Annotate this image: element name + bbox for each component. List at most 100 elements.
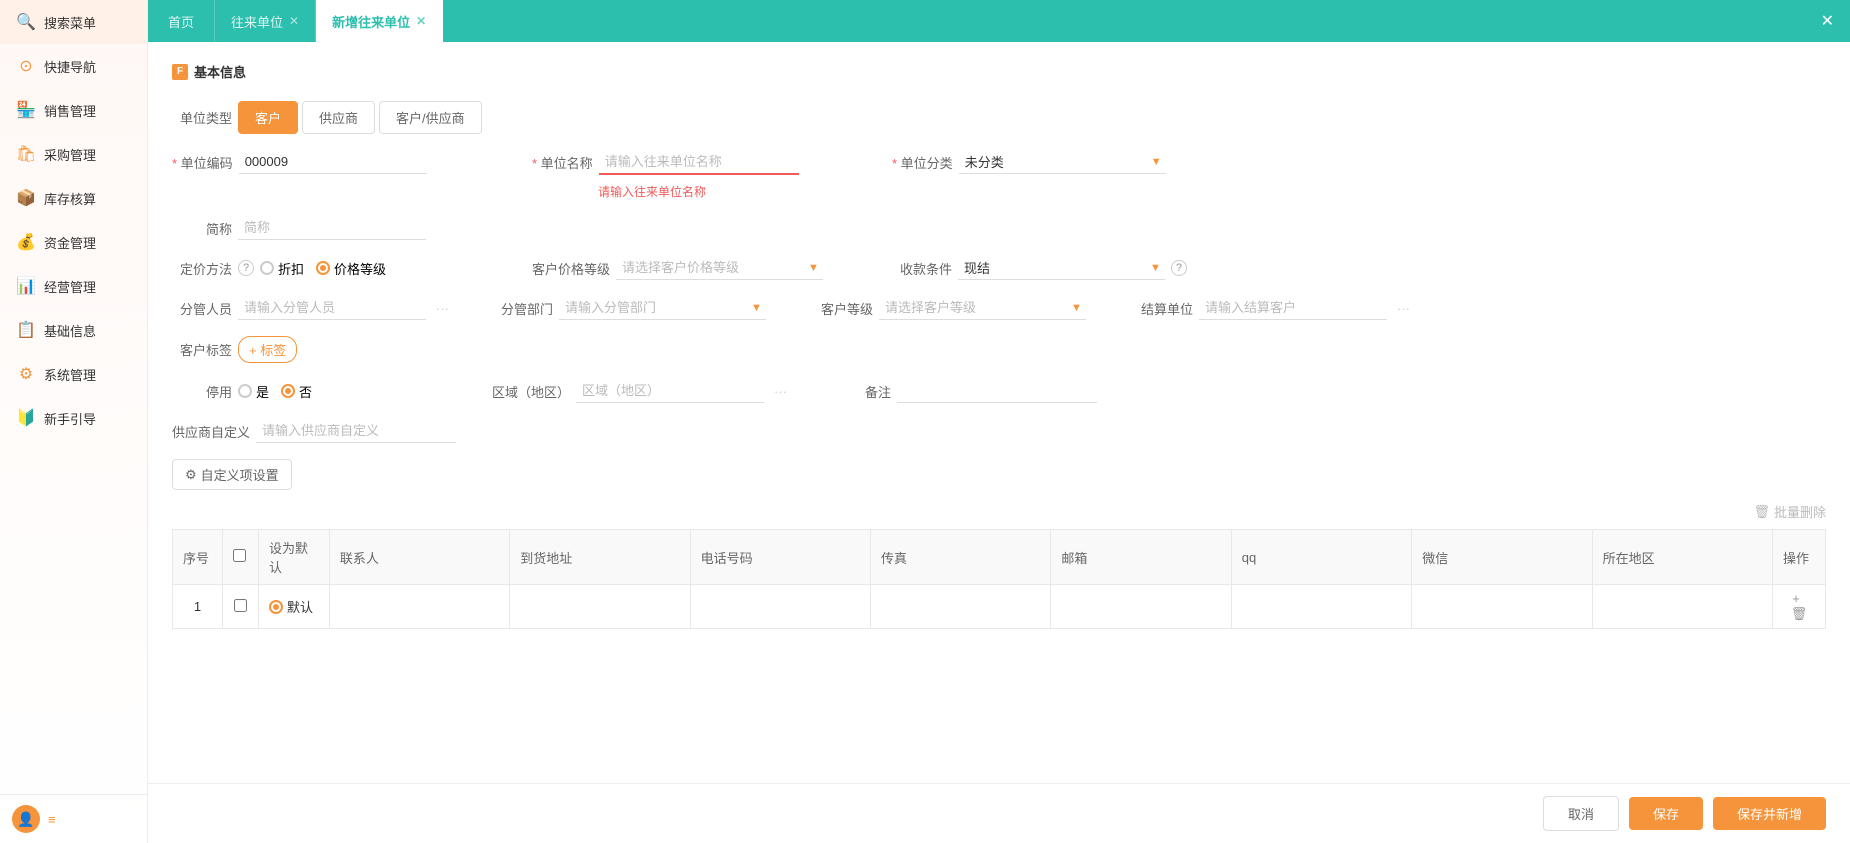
- wechat-input[interactable]: [1422, 599, 1581, 614]
- sidebar-item-sales[interactable]: 🏪 销售管理: [0, 88, 147, 132]
- supplier-custom-row: 供应商自定义: [172, 419, 1826, 443]
- save-new-button[interactable]: 保存并新增: [1713, 797, 1826, 830]
- pricing-discount-radio[interactable]: 折扣: [260, 259, 304, 278]
- region-input[interactable]: [576, 379, 764, 403]
- sidebar-item-basic[interactable]: 📋 基础信息: [0, 308, 147, 352]
- unit-category-arrow[interactable]: ▼: [1147, 156, 1166, 168]
- add-row-btn[interactable]: +: [1792, 591, 1800, 606]
- select-all-checkbox[interactable]: [233, 549, 246, 562]
- sidebar-item-quick-nav[interactable]: ⊙ 快捷导航: [0, 44, 147, 88]
- customer-level-label: 客户等级: [813, 299, 873, 318]
- pricing-help-icon[interactable]: ?: [238, 260, 254, 276]
- col-phone: 电话号码: [690, 530, 870, 585]
- phone-input[interactable]: [701, 599, 860, 614]
- payment-help-icon[interactable]: ?: [1171, 260, 1187, 276]
- area-input[interactable]: [1603, 599, 1762, 614]
- disabled-no-radio[interactable]: 否: [281, 382, 312, 401]
- disabled-field: 停用 是 否: [172, 382, 452, 401]
- basic-icon: 📋: [16, 320, 36, 340]
- supplier-custom-field: 供应商自定义: [172, 419, 492, 443]
- sidebar-item-finance[interactable]: 💰 资金管理: [0, 220, 147, 264]
- customer-level-input[interactable]: [879, 296, 1067, 319]
- sidebar-item-search[interactable]: 🔍 搜索菜单: [0, 0, 147, 44]
- unit-type-label: 单位类型: [172, 108, 232, 127]
- inventory-icon: 📦: [16, 188, 36, 208]
- row-default-circle: [269, 600, 283, 614]
- close-add-unit-tab[interactable]: ✕: [416, 14, 426, 28]
- delete-row-btn[interactable]: 🗑: [1791, 606, 1808, 621]
- contact-input[interactable]: [340, 599, 499, 614]
- unit-category-input[interactable]: [959, 150, 1147, 173]
- customer-level-select[interactable]: ▼: [879, 296, 1086, 320]
- manager-more-btn[interactable]: ···: [432, 301, 453, 316]
- row-default-radio[interactable]: 默认: [269, 597, 319, 616]
- customer-price-select[interactable]: ▼: [616, 256, 823, 280]
- row-address: [510, 585, 690, 629]
- settlement-input[interactable]: [1199, 296, 1387, 320]
- unit-code-field: 单位编码: [172, 150, 492, 174]
- add-tag-btn[interactable]: + 标签: [238, 336, 297, 363]
- pricing-method-label: 定价方法: [172, 259, 232, 278]
- fax-input[interactable]: [881, 599, 1040, 614]
- payment-terms-field: 收款条件 ▼ ?: [892, 256, 1187, 280]
- unit-name-field: 单位名称 请输入往来单位名称: [532, 150, 852, 200]
- disabled-yes-radio[interactable]: 是: [238, 382, 269, 401]
- department-label: 分管部门: [493, 299, 553, 318]
- unit-type-customer-btn[interactable]: 客户: [238, 101, 298, 134]
- manager-field: 分管人员 ···: [172, 296, 453, 320]
- payment-terms-arrow[interactable]: ▼: [1146, 262, 1165, 274]
- customer-level-arrow[interactable]: ▼: [1067, 302, 1086, 314]
- pricing-level-radio[interactable]: 价格等级: [316, 259, 386, 278]
- customer-price-field: 客户价格等级 ▼: [532, 256, 852, 280]
- department-input[interactable]: [559, 296, 747, 319]
- save-button[interactable]: 保存: [1629, 797, 1703, 830]
- custom-settings-btn[interactable]: ⚙ 自定义项设置: [172, 459, 292, 490]
- sidebar-item-purchase[interactable]: 🛍 采购管理: [0, 132, 147, 176]
- unit-name-error: 请输入往来单位名称: [598, 183, 706, 200]
- unit-type-both-btn[interactable]: 客户/供应商: [379, 101, 482, 134]
- sidebar-item-system[interactable]: ⚙ 系统管理: [0, 352, 147, 396]
- unit-type-supplier-btn[interactable]: 供应商: [302, 101, 375, 134]
- region-more-btn[interactable]: ···: [770, 384, 791, 399]
- payment-terms-input[interactable]: [958, 256, 1146, 279]
- short-name-input[interactable]: [238, 216, 426, 240]
- col-qq: qq: [1231, 530, 1412, 585]
- pricing-level-circle: [316, 261, 330, 275]
- manager-input[interactable]: [238, 296, 426, 320]
- remark-field: 备注: [831, 379, 1111, 403]
- sidebar-item-guide[interactable]: 🔰 新手引导: [0, 396, 147, 440]
- tab-home[interactable]: 首页: [148, 0, 215, 42]
- sidebar-item-operations[interactable]: 📊 经营管理: [0, 264, 147, 308]
- department-select[interactable]: ▼: [559, 296, 766, 320]
- unit-name-input[interactable]: [599, 150, 799, 175]
- tab-unit-list[interactable]: 往来单位 ✕: [215, 0, 316, 42]
- settlement-label: 结算单位: [1133, 299, 1193, 318]
- customer-price-label: 客户价格等级: [532, 259, 610, 278]
- settlement-more-btn[interactable]: ···: [1393, 301, 1414, 316]
- pricing-row: 定价方法 ? 折扣 价格等级 客户价格等级 ▼: [172, 256, 1826, 280]
- email-input[interactable]: [1061, 599, 1220, 614]
- row-area: [1592, 585, 1772, 629]
- unit-category-select[interactable]: ▼: [959, 150, 1166, 174]
- close-unit-list-tab[interactable]: ✕: [289, 14, 299, 28]
- qq-input[interactable]: [1242, 599, 1402, 614]
- cancel-button[interactable]: 取消: [1543, 796, 1619, 831]
- tab-add-unit[interactable]: 新增往来单位 ✕: [316, 0, 443, 42]
- supplier-custom-input[interactable]: [256, 419, 456, 443]
- payment-terms-label: 收款条件: [892, 259, 952, 278]
- row-checkbox[interactable]: [233, 599, 248, 612]
- batch-delete-btn[interactable]: 🗑 批量删除: [172, 502, 1826, 521]
- window-close-button[interactable]: ✕: [1805, 11, 1850, 31]
- sidebar-item-inventory[interactable]: 📦 库存核算: [0, 176, 147, 220]
- col-email: 邮箱: [1051, 530, 1231, 585]
- customer-level-field: 客户等级 ▼: [813, 296, 1093, 320]
- remark-input[interactable]: [897, 379, 1097, 403]
- row-seq: 1: [173, 585, 223, 629]
- unit-code-input[interactable]: [239, 150, 427, 174]
- row-phone: [690, 585, 870, 629]
- address-input[interactable]: [520, 599, 679, 614]
- payment-terms-select[interactable]: ▼: [958, 256, 1165, 280]
- department-arrow[interactable]: ▼: [747, 302, 766, 314]
- customer-price-arrow[interactable]: ▼: [804, 262, 823, 274]
- customer-price-input[interactable]: [616, 256, 804, 279]
